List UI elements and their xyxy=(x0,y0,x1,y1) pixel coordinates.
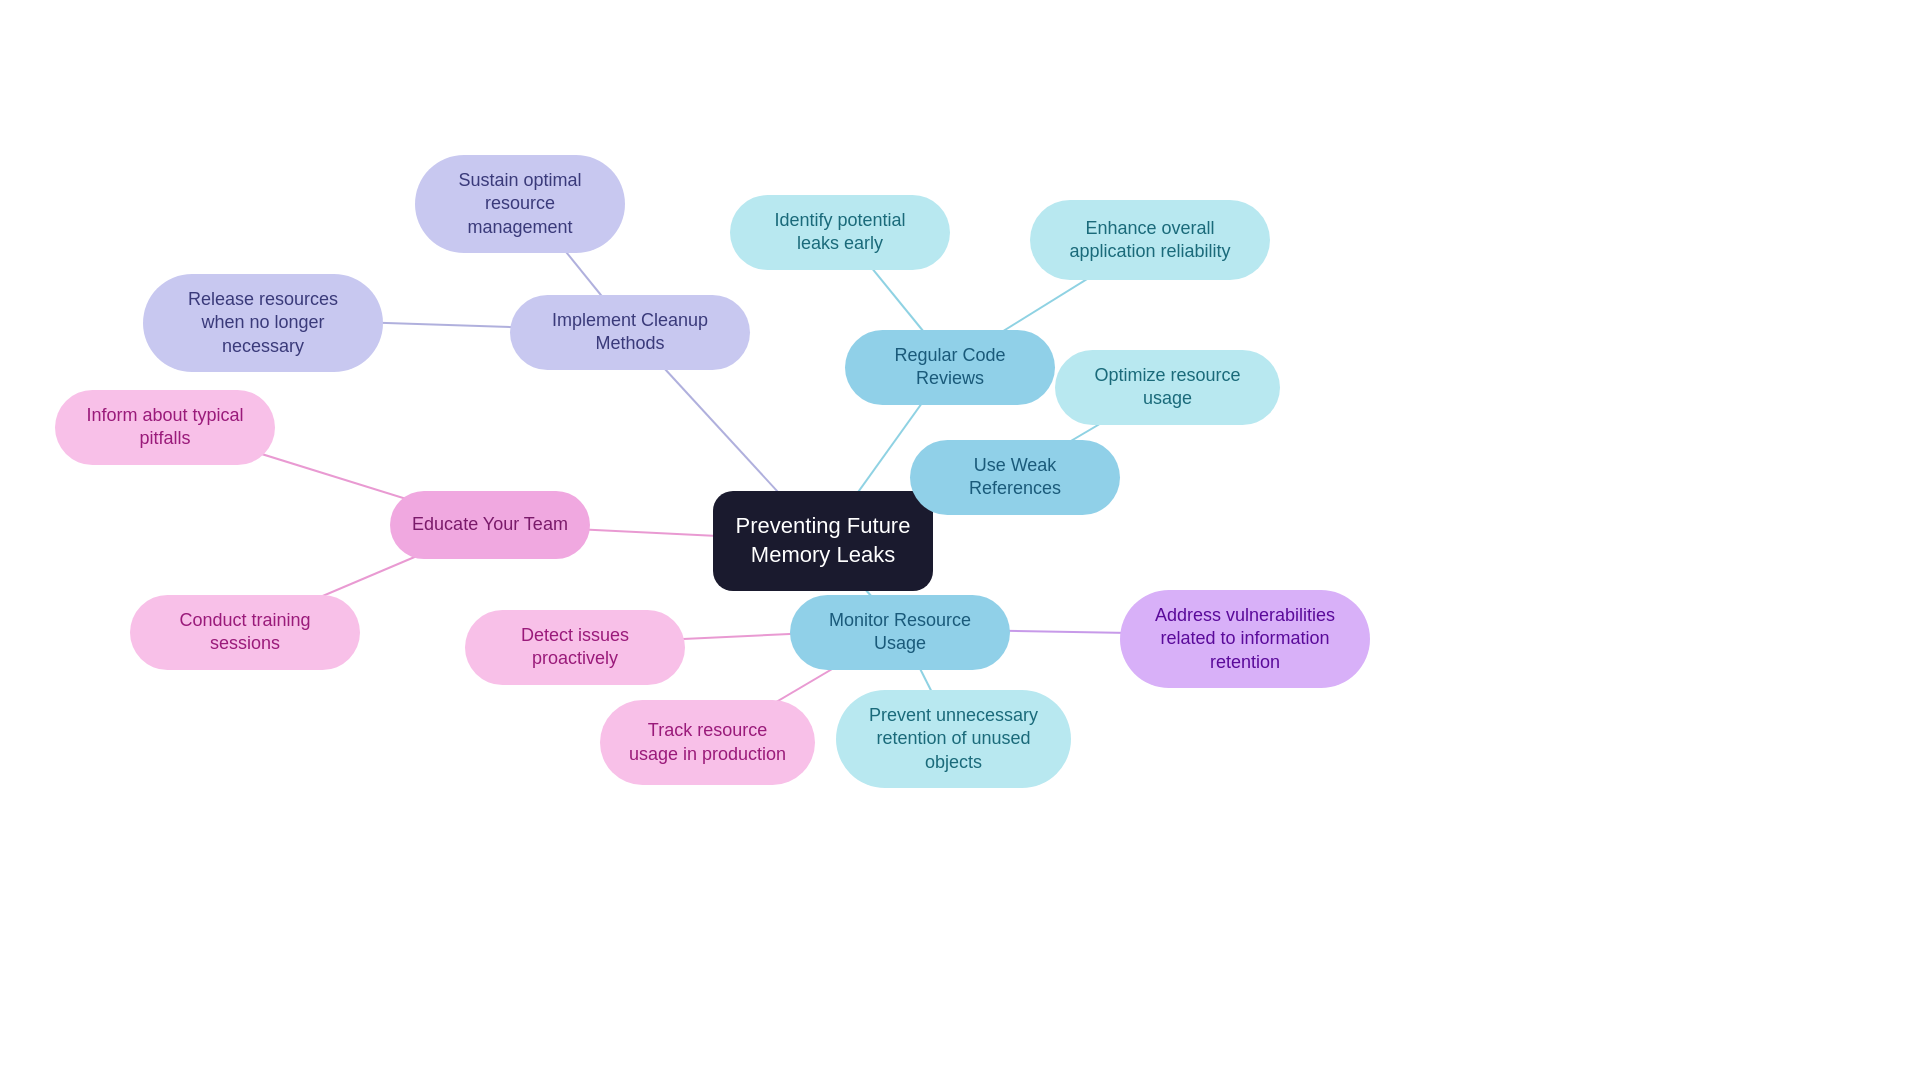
prevent-retention-node[interactable]: Prevent unnecessary retention of unused … xyxy=(836,690,1071,788)
conduct-training-node[interactable]: Conduct training sessions xyxy=(130,595,360,670)
release-resources-node[interactable]: Release resources when no longer necessa… xyxy=(143,274,383,372)
inform-pitfalls-node[interactable]: Inform about typical pitfalls xyxy=(55,390,275,465)
sustain-optimal-node[interactable]: Sustain optimal resource management xyxy=(415,155,625,253)
monitor-resource-node[interactable]: Monitor Resource Usage xyxy=(790,595,1010,670)
implement-cleanup-node[interactable]: Implement Cleanup Methods xyxy=(510,295,750,370)
detect-issues-node[interactable]: Detect issues proactively xyxy=(465,610,685,685)
address-vulnerabilities-node[interactable]: Address vulnerabilities related to infor… xyxy=(1120,590,1370,688)
use-weak-refs-node[interactable]: Use Weak References xyxy=(910,440,1120,515)
optimize-resource-node[interactable]: Optimize resource usage xyxy=(1055,350,1280,425)
track-resource-node[interactable]: Track resource usage in production xyxy=(600,700,815,785)
identify-leaks-node[interactable]: Identify potential leaks early xyxy=(730,195,950,270)
enhance-reliability-node[interactable]: Enhance overall application reliability xyxy=(1030,200,1270,280)
educate-team-node[interactable]: Educate Your Team xyxy=(390,491,590,559)
regular-code-reviews-node[interactable]: Regular Code Reviews xyxy=(845,330,1055,405)
center-node[interactable]: Preventing Future Memory Leaks xyxy=(713,491,933,591)
